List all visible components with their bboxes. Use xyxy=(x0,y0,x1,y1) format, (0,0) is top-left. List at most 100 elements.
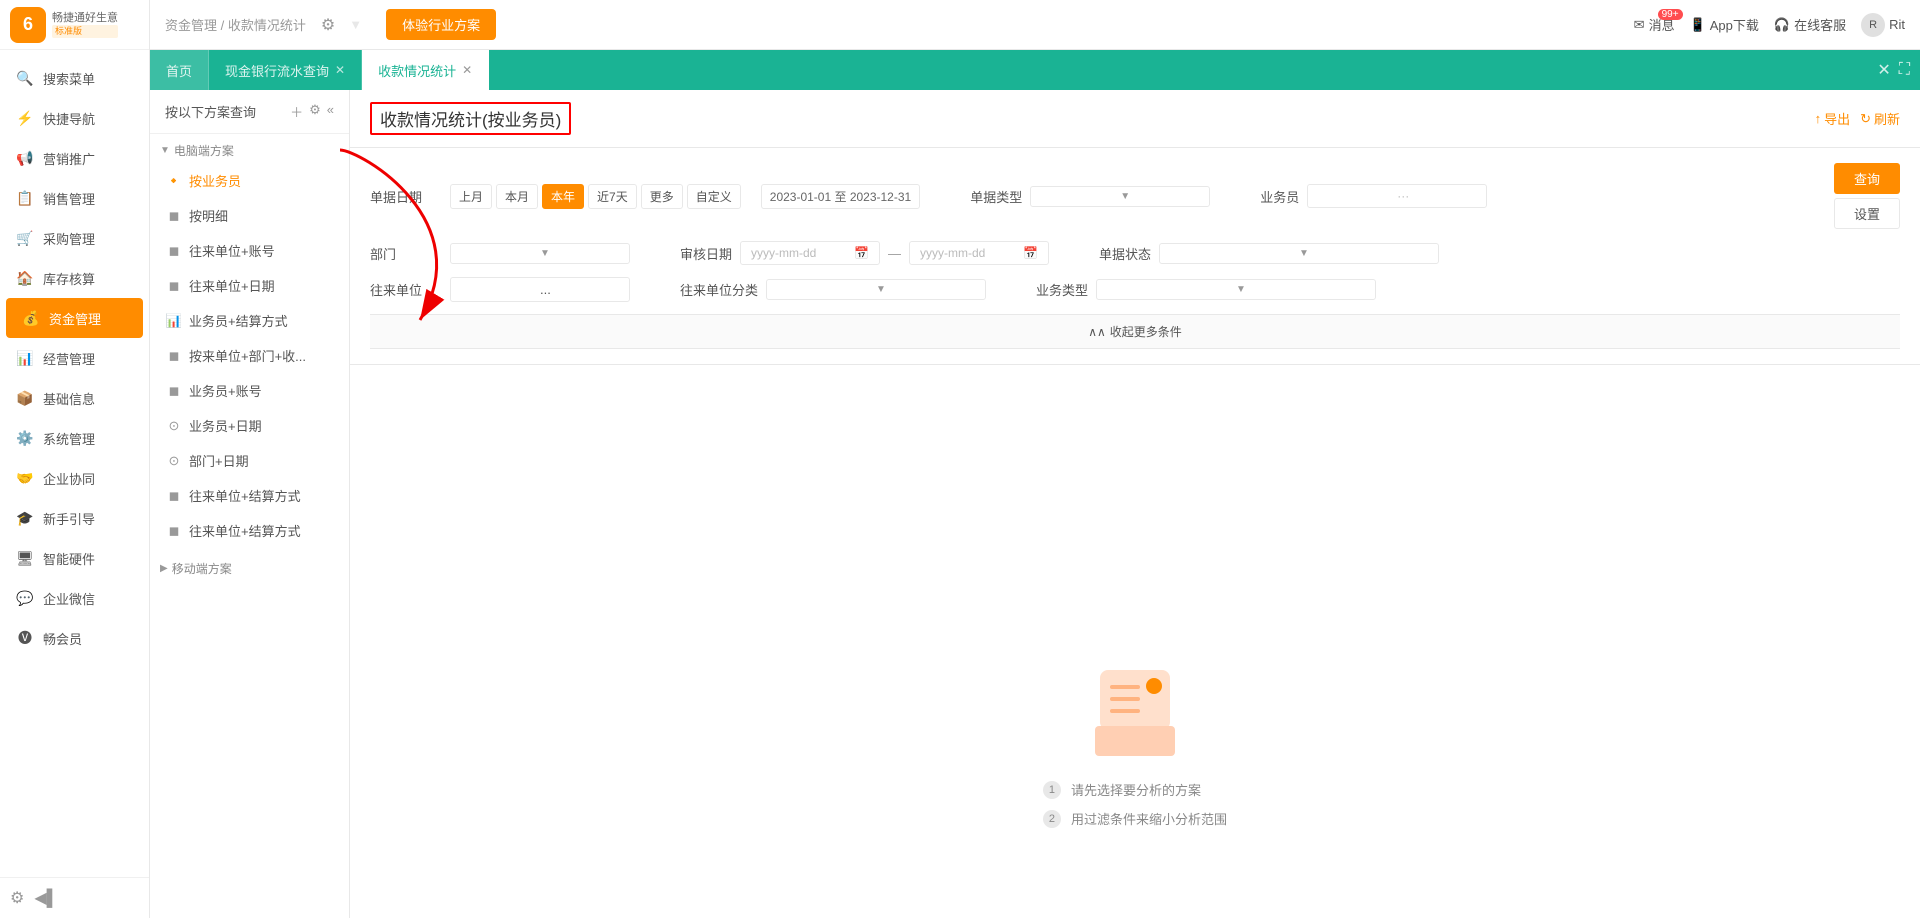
tree-item-by-detail[interactable]: ◼ 按明细 xyxy=(150,198,349,233)
sidebar-item-finance[interactable]: 💰 资金管理 xyxy=(6,298,143,338)
tab-fullscreen-icon[interactable]: ⛶ xyxy=(1899,61,1910,79)
detail-scheme-icon: ◼ xyxy=(165,207,183,225)
calendar-start-icon[interactable]: 📅 xyxy=(854,246,869,260)
date-btn-7days[interactable]: 近7天 xyxy=(588,184,637,209)
unit-calc1-icon: ◼ xyxy=(165,487,183,505)
collapse-button[interactable]: ∧∧ 收起更多条件 xyxy=(370,315,1900,348)
biz-type-select[interactable]: ▼ xyxy=(1096,279,1376,300)
tree-item-unit-calc1[interactable]: ◼ 往来单位+结算方式 xyxy=(150,478,349,513)
search-icon: 🔍 xyxy=(15,68,35,88)
corp-icon: 🤝 xyxy=(15,468,35,488)
trial-button[interactable]: 体验行业方案 xyxy=(386,9,496,40)
voucher-status-select[interactable]: ▼ xyxy=(1159,243,1439,264)
tree-item-salesperson-calc[interactable]: 📊 业务员+结算方式 xyxy=(150,303,349,338)
section-arrow-icon[interactable]: ▼ xyxy=(160,145,170,156)
tree-item-unit-date[interactable]: ◼ 往来单位+日期 xyxy=(150,268,349,303)
topbar-gear-icon[interactable]: ⚙ xyxy=(321,15,335,35)
date-btn-last-month[interactable]: 上月 xyxy=(450,184,492,209)
tab-close-all-icon[interactable]: ✕ xyxy=(1877,60,1890,80)
tab-receipt[interactable]: 收款情况统计 ✕ xyxy=(362,50,489,90)
date-btn-this-month[interactable]: 本月 xyxy=(496,184,538,209)
partner-label: 往来单位 xyxy=(370,280,430,299)
collapse-bar: ∧∧ 收起更多条件 xyxy=(370,314,1900,349)
logo-icon: 6 xyxy=(10,7,46,43)
home-tab-label: 首页 xyxy=(166,61,192,80)
export-button[interactable]: ↑ 导出 xyxy=(1815,109,1851,128)
sidebar-item-wechat[interactable]: 💬 企业微信 xyxy=(0,578,149,618)
partner-dots[interactable]: ... xyxy=(540,282,619,297)
salesperson-date-icon: ⊙ xyxy=(165,417,183,435)
topbar: 资金管理 / 收款情况统计 ⚙ ▼ 体验行业方案 ✉ 消息 99+ 📱 App下… xyxy=(150,0,1920,50)
query-button[interactable]: 查询 xyxy=(1834,163,1900,194)
tree-section-mobile[interactable]: ▶ 移动端方案 xyxy=(150,552,349,581)
dept-label: 部门 xyxy=(370,244,430,263)
collapse-sidebar-icon[interactable]: ◀▌ xyxy=(34,888,58,908)
dept-select[interactable]: ▼ xyxy=(450,243,630,264)
tree-item-by-salesperson[interactable]: 🔸 按业务员 xyxy=(150,163,349,198)
sidebar-item-corp[interactable]: 🤝 企业协同 xyxy=(0,458,149,498)
sidebar-item-quicknav[interactable]: ⚡ 快捷导航 xyxy=(0,98,149,138)
tree-item-unit-dept[interactable]: ◼ 按来单位+部门+收... xyxy=(150,338,349,373)
unit-date-icon: ◼ xyxy=(165,277,183,295)
review-date-start[interactable]: yyyy-mm-dd 📅 xyxy=(740,241,880,265)
sidebar-item-operation[interactable]: 📊 经营管理 xyxy=(0,338,149,378)
sidebar-item-inventory[interactable]: 🏠 库存核算 xyxy=(0,258,149,298)
receipt-tab-label: 收款情况统计 xyxy=(378,61,456,80)
sidebar-item-system[interactable]: ⚙️ 系统管理 xyxy=(0,418,149,458)
tab-home[interactable]: 首页 xyxy=(150,50,209,90)
tree-item-unit-account[interactable]: ◼ 往来单位+账号 xyxy=(150,233,349,268)
sidebar-item-guide[interactable]: 🎓 新手引导 xyxy=(0,498,149,538)
sidebar-nav: 🔍 搜索菜单 ⚡ 快捷导航 📢 营销推广 📋 销售管理 🛒 采购管理 🏠 库存核… xyxy=(0,50,149,877)
review-date-end[interactable]: yyyy-mm-dd 📅 xyxy=(909,241,1049,265)
hardware-icon: 🖥 xyxy=(15,548,35,568)
quicknav-icon: ⚡ xyxy=(15,108,35,128)
sidebar-item-marketing[interactable]: 📢 营销推广 xyxy=(0,138,149,178)
date-btn-more[interactable]: 更多 xyxy=(641,184,683,209)
calendar-end-icon[interactable]: 📅 xyxy=(1023,246,1038,260)
message-badge: 99+ xyxy=(1658,9,1683,20)
online-service-button[interactable]: 🎧 在线客服 xyxy=(1774,15,1846,34)
tree-item-salesperson-date[interactable]: ⊙ 业务员+日期 xyxy=(150,408,349,443)
refresh-icon: ↻ xyxy=(1860,111,1871,127)
topbar-right: ✉ 消息 99+ 📱 App下载 🎧 在线客服 R Rit xyxy=(1634,13,1905,37)
settings-button[interactable]: 设置 xyxy=(1834,198,1900,229)
salesperson-select[interactable]: ··· xyxy=(1307,184,1487,208)
sidebar-item-sales[interactable]: 📋 销售管理 xyxy=(0,178,149,218)
headset-icon: 🎧 xyxy=(1774,17,1790,33)
date-btn-this-year[interactable]: 本年 xyxy=(542,184,584,209)
sidebar-item-member[interactable]: 🅥 畅会员 xyxy=(0,618,149,658)
settings-scheme-icon[interactable]: ⚙ xyxy=(309,102,321,121)
tree-item-salesperson-account[interactable]: ◼ 业务员+账号 xyxy=(150,373,349,408)
add-scheme-icon[interactable]: ＋ xyxy=(290,102,303,121)
receipt-tab-close-icon[interactable]: ✕ xyxy=(462,63,472,77)
refresh-button[interactable]: ↻ 刷新 xyxy=(1860,109,1900,128)
empty-illustration xyxy=(1085,650,1185,760)
logo-text: 畅捷通好生意 标准版 xyxy=(52,11,118,39)
app-download-button[interactable]: 📱 App下载 xyxy=(1690,15,1759,34)
message-button[interactable]: ✉ 消息 99+ xyxy=(1634,15,1675,34)
date-btn-custom[interactable]: 自定义 xyxy=(687,184,741,209)
user-avatar: R xyxy=(1861,13,1885,37)
partner-select[interactable]: ... xyxy=(450,277,630,302)
voucher-status-caret-icon: ▼ xyxy=(1299,248,1428,259)
empty-step-1: 1 请先选择要分析的方案 xyxy=(1043,780,1227,799)
tree-item-unit-calc2[interactable]: ◼ 往来单位+结算方式 xyxy=(150,513,349,548)
sales-icon: 📋 xyxy=(15,188,35,208)
collapse-panel-icon[interactable]: « xyxy=(327,102,334,121)
sidebar-item-search[interactable]: 🔍 搜索菜单 xyxy=(0,58,149,98)
sidebar-item-purchase[interactable]: 🛒 采购管理 xyxy=(0,218,149,258)
mobile-section-arrow-icon[interactable]: ▶ xyxy=(160,563,168,574)
bank-tab-close-icon[interactable]: ✕ xyxy=(335,63,345,77)
sidebar-item-basic[interactable]: 📦 基础信息 xyxy=(0,378,149,418)
sidebar-item-hardware[interactable]: 🖥 智能硬件 xyxy=(0,538,149,578)
settings-footer-icon[interactable]: ⚙ xyxy=(10,888,24,908)
logo-area: 6 畅捷通好生意 标准版 xyxy=(0,0,149,50)
partner-category-select[interactable]: ▼ xyxy=(766,279,986,300)
date-placeholder-start: yyyy-mm-dd xyxy=(751,246,816,260)
tree-item-dept-date[interactable]: ⊙ 部门+日期 xyxy=(150,443,349,478)
voucher-type-select[interactable]: ▼ xyxy=(1030,186,1210,207)
sidebar: 6 畅捷通好生意 标准版 🔍 搜索菜单 ⚡ 快捷导航 📢 营销推广 📋 销售管理… xyxy=(0,0,150,918)
user-profile[interactable]: R Rit xyxy=(1861,13,1905,37)
tab-bank[interactable]: 现金银行流水查询 ✕ xyxy=(209,50,362,90)
phone-icon: 📱 xyxy=(1690,17,1706,33)
